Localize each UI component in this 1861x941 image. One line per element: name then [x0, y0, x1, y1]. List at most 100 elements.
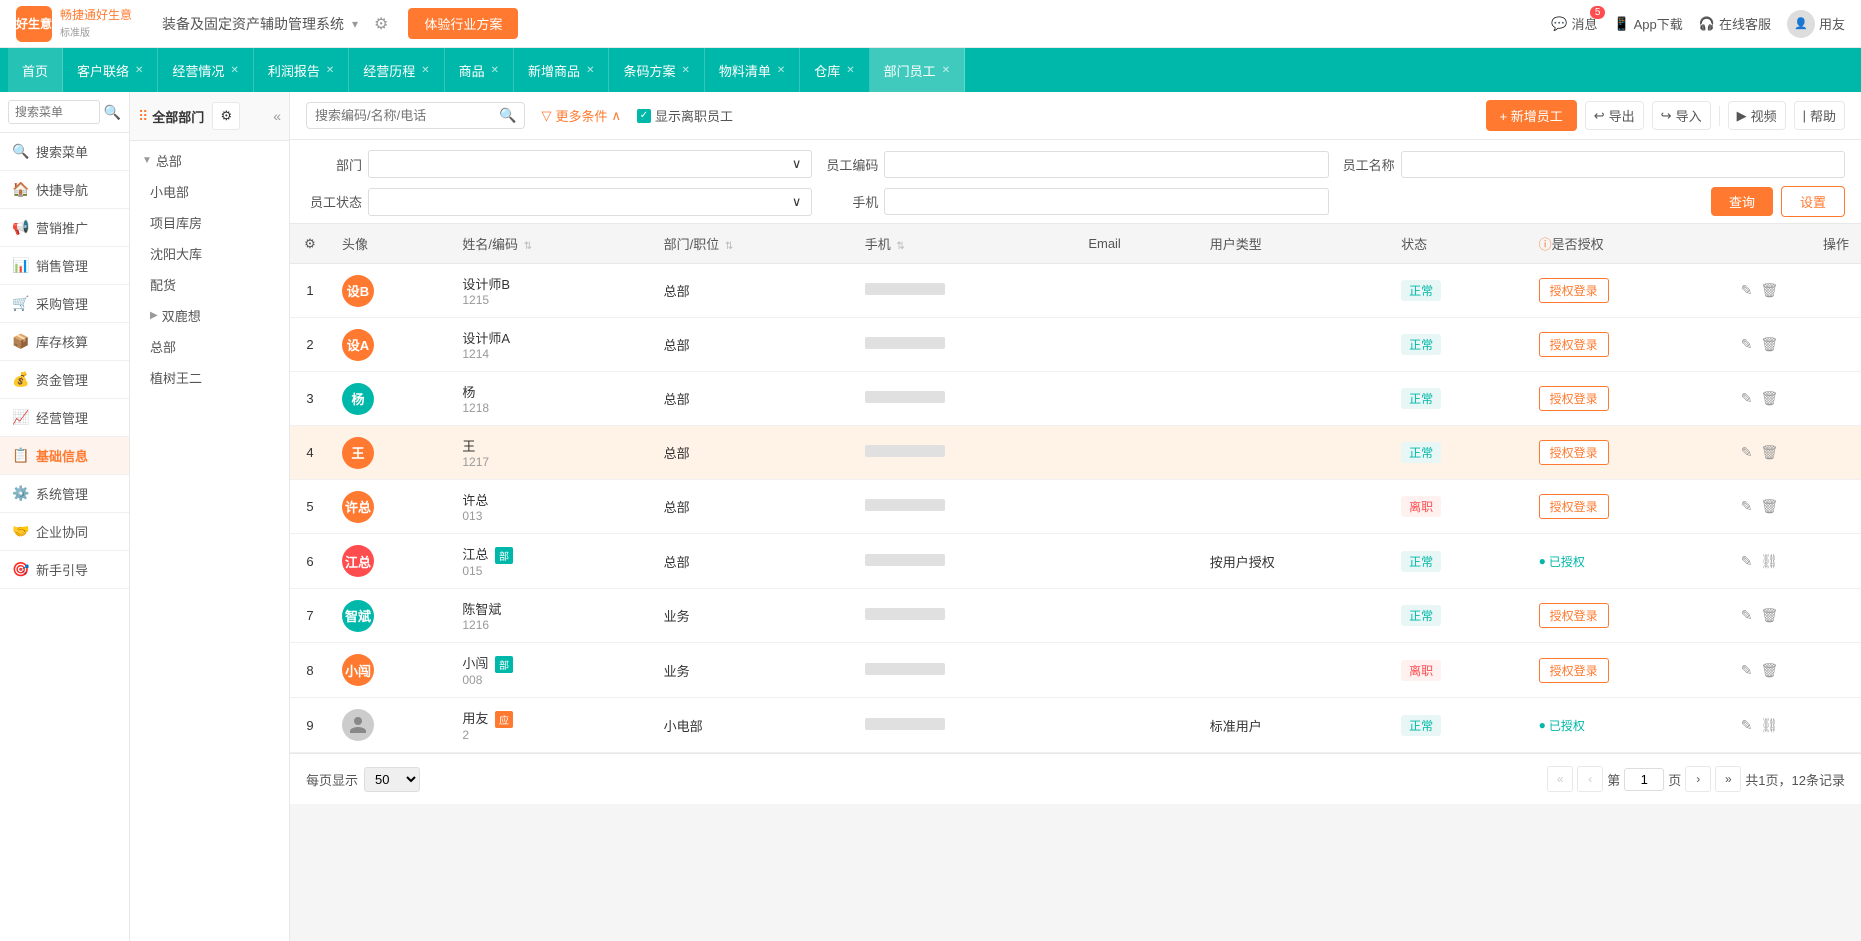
dept-node-zhishu[interactable]: 植树王二	[130, 362, 289, 393]
edit-icon[interactable]: ✎	[1741, 607, 1753, 624]
auth-button[interactable]: 授权登录	[1539, 658, 1609, 683]
query-button[interactable]: 查询	[1711, 187, 1773, 216]
dept-collapse-btn[interactable]: «	[273, 108, 281, 124]
tab-profit[interactable]: 利润报告✕	[254, 48, 349, 92]
sidebar-item-collab[interactable]: 🤝 企业协同	[0, 513, 129, 551]
sidebar-item-finance[interactable]: 💰 资金管理	[0, 361, 129, 399]
settings-icon[interactable]: ⚙	[374, 14, 388, 34]
emp-name-input[interactable]	[1401, 151, 1845, 178]
delete-icon[interactable]: 🗑	[1760, 607, 1778, 624]
online-service-item[interactable]: 🎧 在线客服	[1699, 14, 1771, 33]
sidebar-item-basic-info[interactable]: 📋 基础信息	[0, 437, 129, 475]
add-employee-button[interactable]: + 新增员工	[1486, 100, 1577, 131]
tab-profit-close[interactable]: ✕	[326, 65, 334, 76]
video-button[interactable]: ▶ 视频	[1728, 101, 1786, 130]
tab-barcode-close[interactable]: ✕	[681, 65, 689, 76]
tab-operation[interactable]: 经营情况✕	[158, 48, 253, 92]
emp-code-input[interactable]	[884, 151, 1328, 178]
messages-item[interactable]: 💬 消息 5	[1551, 14, 1597, 33]
first-page-btn[interactable]: «	[1547, 766, 1573, 792]
tab-barcode[interactable]: 条码方案✕	[609, 48, 704, 92]
dept-node-xiaodian[interactable]: 小电部	[130, 176, 289, 207]
emp-status-select[interactable]: ∨	[368, 188, 812, 216]
auth-button[interactable]: 授权登录	[1539, 440, 1609, 465]
tab-goods[interactable]: 商品✕	[445, 48, 514, 92]
sidebar-item-business[interactable]: 📈 经营管理	[0, 399, 129, 437]
per-page-select[interactable]: 50 20 100	[364, 767, 420, 792]
tab-dept-staff[interactable]: 部门员工✕	[870, 48, 965, 92]
more-filter-btn[interactable]: ▽ 更多条件 ∧	[533, 102, 629, 129]
auth-button[interactable]: 授权登录	[1539, 332, 1609, 357]
dept-node-zongbu-root[interactable]: ▼ 总部	[130, 145, 289, 176]
tab-operation-close[interactable]: ✕	[230, 65, 238, 76]
delete-icon[interactable]: 🗑	[1760, 662, 1778, 679]
col-name[interactable]: 姓名/编码 ⇅	[450, 224, 651, 264]
dept-node-zongbu-child[interactable]: 总部	[130, 331, 289, 362]
delete-icon[interactable]: 🗑	[1760, 498, 1778, 515]
tab-home[interactable]: 首页	[8, 48, 63, 92]
tab-warehouse-close[interactable]: ✕	[846, 65, 854, 76]
sidebar-item-inventory[interactable]: 📦 库存核算	[0, 323, 129, 361]
col-phone[interactable]: 手机 ⇅	[853, 224, 1077, 264]
col-settings[interactable]: ⚙	[290, 224, 330, 264]
show-resigned-toggle[interactable]: ✓ 显示离职员工	[637, 106, 733, 125]
dept-node-peihuo[interactable]: 配货	[130, 269, 289, 300]
sidebar-item-sales[interactable]: 📊 销售管理	[0, 247, 129, 285]
auth-button[interactable]: 授权登录	[1539, 278, 1609, 303]
edit-icon[interactable]: ✎	[1741, 717, 1753, 734]
edit-icon[interactable]: ✎	[1741, 553, 1753, 570]
sidebar-item-guide[interactable]: 🎯 新手引导	[0, 551, 129, 589]
tab-bom-close[interactable]: ✕	[777, 65, 785, 76]
edit-icon[interactable]: ✎	[1741, 282, 1753, 299]
tab-warehouse[interactable]: 仓库✕	[800, 48, 869, 92]
trial-button[interactable]: 体验行业方案	[408, 8, 518, 39]
tab-history-close[interactable]: ✕	[421, 65, 429, 76]
auth-button[interactable]: 授权登录	[1539, 494, 1609, 519]
auth-button[interactable]: 授权登录	[1539, 603, 1609, 628]
tab-goods-close[interactable]: ✕	[491, 65, 499, 76]
delete-icon[interactable]: 🗑	[1760, 282, 1778, 299]
phone-input[interactable]	[884, 188, 1328, 215]
dept-node-shenyang[interactable]: 沈阳大库	[130, 238, 289, 269]
last-page-btn[interactable]: »	[1715, 766, 1741, 792]
delete-icon[interactable]: 🗑	[1760, 336, 1778, 353]
next-page-btn[interactable]: ›	[1685, 766, 1711, 792]
edit-icon[interactable]: ✎	[1741, 444, 1753, 461]
sidebar-item-system[interactable]: ⚙️ 系统管理	[0, 475, 129, 513]
tab-customer-close[interactable]: ✕	[135, 65, 143, 76]
app-download-item[interactable]: 📱 App下载	[1613, 14, 1682, 33]
user-item[interactable]: 👤 用友	[1787, 10, 1845, 38]
dept-node-project[interactable]: 项目库房	[130, 207, 289, 238]
sidebar-item-nav[interactable]: 🏠 快捷导航	[0, 171, 129, 209]
prev-page-btn[interactable]: ‹	[1577, 766, 1603, 792]
dept-node-shuanglu[interactable]: ▶ 双鹿想	[130, 300, 289, 331]
tab-customer[interactable]: 客户联络✕	[63, 48, 158, 92]
page-input[interactable]: 1	[1624, 768, 1664, 791]
search-input[interactable]	[315, 108, 495, 123]
system-title-dropdown[interactable]: ▾	[352, 17, 358, 31]
edit-icon[interactable]: ✎	[1741, 336, 1753, 353]
help-button[interactable]: | 帮助	[1794, 101, 1845, 130]
dept-select[interactable]: ∨	[368, 150, 812, 178]
export-button[interactable]: ↩ 导出	[1585, 101, 1644, 130]
dept-settings-icon[interactable]: ⚙	[212, 102, 240, 130]
tab-add-goods-close[interactable]: ✕	[586, 65, 594, 76]
edit-icon[interactable]: ✎	[1741, 498, 1753, 515]
sidebar-item-purchase[interactable]: 🛒 采购管理	[0, 285, 129, 323]
edit-icon[interactable]: ✎	[1741, 662, 1753, 679]
tab-add-goods[interactable]: 新增商品✕	[514, 48, 609, 92]
sidebar-item-search[interactable]: 🔍 搜索菜单	[0, 133, 129, 171]
import-button[interactable]: ↪ 导入	[1652, 101, 1711, 130]
tab-dept-staff-close[interactable]: ✕	[942, 65, 950, 76]
sidebar-search-input[interactable]	[8, 100, 100, 124]
delete-icon[interactable]: 🗑	[1760, 444, 1778, 461]
tab-bom[interactable]: 物料清单✕	[705, 48, 800, 92]
auth-button[interactable]: 授权登录	[1539, 386, 1609, 411]
link-icon[interactable]: ⛓	[1760, 553, 1778, 570]
link-icon[interactable]: ⛓	[1760, 717, 1778, 734]
edit-icon[interactable]: ✎	[1741, 390, 1753, 407]
tab-history[interactable]: 经营历程✕	[349, 48, 444, 92]
sidebar-item-marketing[interactable]: 📢 营销推广	[0, 209, 129, 247]
col-dept[interactable]: 部门/职位 ⇅	[652, 224, 853, 264]
delete-icon[interactable]: 🗑	[1760, 390, 1778, 407]
